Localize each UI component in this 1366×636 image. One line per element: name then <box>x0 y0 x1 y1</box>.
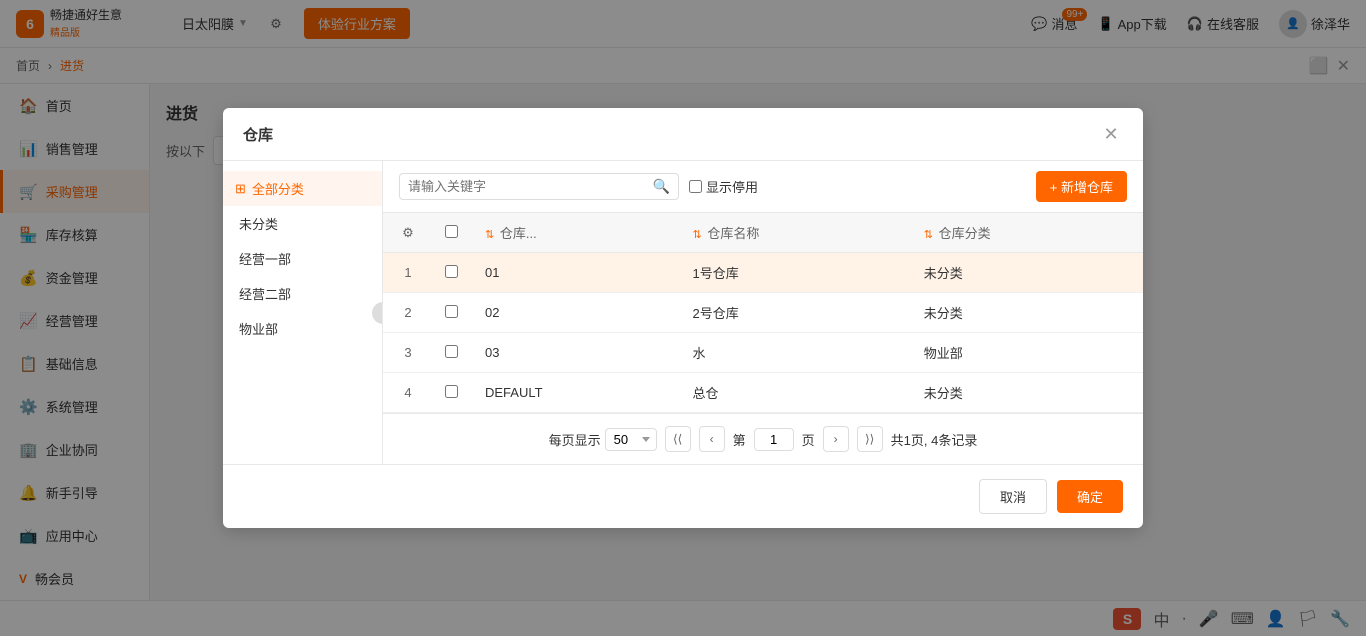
col-code-header[interactable]: ⇅ 仓库... <box>473 213 681 253</box>
col-checkbox-header <box>433 213 473 253</box>
table-row[interactable]: 1 01 1号仓库 未分类 <box>383 253 1143 293</box>
show-disabled-checkbox[interactable] <box>689 180 702 193</box>
row-checkbox-3[interactable] <box>433 333 473 373</box>
confirm-button[interactable]: 确定 <box>1057 480 1123 513</box>
col-name-header[interactable]: ⇅ 仓库名称 <box>681 213 912 253</box>
page-size-select[interactable]: 50 100 200 <box>605 428 657 451</box>
page-size-wrap: 每页显示 50 100 200 <box>549 428 657 451</box>
row-code-1: 01 <box>473 253 681 293</box>
row-num-2: 2 <box>383 293 433 333</box>
search-box: 🔍 <box>399 173 679 200</box>
category-all-button[interactable]: ⊞ 全部分类 <box>223 171 382 206</box>
warehouse-modal: 仓库 ✕ ⊞ 全部分类 未分类 经营一部 经营二部 物业部 《 <box>223 108 1143 528</box>
row-category-1: 未分类 <box>912 253 1143 293</box>
table-header-row: ⚙ ⇅ 仓库... ⇅ <box>383 213 1143 253</box>
modal-footer: 取消 确定 <box>223 464 1143 528</box>
grid-icon: ⊞ <box>235 181 246 197</box>
row-category-3: 物业部 <box>912 333 1143 373</box>
page-first-button[interactable]: ⟨⟨ <box>665 426 691 452</box>
row-num-4: 4 <box>383 373 433 413</box>
select-all-checkbox[interactable] <box>445 225 458 238</box>
table-row[interactable]: 4 DEFAULT 总仓 未分类 <box>383 373 1143 413</box>
warehouse-table: ⚙ ⇅ 仓库... ⇅ <box>383 213 1143 413</box>
settings-col-icon[interactable]: ⚙ <box>402 225 414 240</box>
col-settings-header: ⚙ <box>383 213 433 253</box>
total-info: 共1页, 4条记录 <box>891 430 978 449</box>
search-input[interactable] <box>408 179 653 194</box>
page-last-button[interactable]: ⟩⟩ <box>857 426 883 452</box>
category-item-dept2[interactable]: 经营二部 <box>223 276 382 311</box>
row-code-3: 03 <box>473 333 681 373</box>
modal-close-button[interactable]: ✕ <box>1099 122 1123 146</box>
category-panel: ⊞ 全部分类 未分类 经营一部 经营二部 物业部 《 <box>223 161 383 464</box>
row-checkbox-1[interactable] <box>433 253 473 293</box>
row-code-2: 02 <box>473 293 681 333</box>
page-next-button[interactable]: › <box>823 426 849 452</box>
page-number-input[interactable] <box>754 428 794 451</box>
warehouse-table-wrap: ⚙ ⇅ 仓库... ⇅ <box>383 213 1143 413</box>
modal-overlay: 仓库 ✕ ⊞ 全部分类 未分类 经营一部 经营二部 物业部 《 <box>0 0 1366 636</box>
page-prev-button[interactable]: ‹ <box>699 426 725 452</box>
table-row[interactable]: 3 03 水 物业部 <box>383 333 1143 373</box>
row-category-2: 未分类 <box>912 293 1143 333</box>
category-item-dept1[interactable]: 经营一部 <box>223 241 382 276</box>
row-name-2: 2号仓库 <box>681 293 912 333</box>
cancel-button[interactable]: 取消 <box>979 479 1047 514</box>
sort-icon-category: ⇅ <box>924 229 933 241</box>
category-item-uncategorized[interactable]: 未分类 <box>223 206 382 241</box>
table-row[interactable]: 2 02 2号仓库 未分类 <box>383 293 1143 333</box>
row-name-3: 水 <box>681 333 912 373</box>
table-panel: 🔍 显示停用 + 新增仓库 ⚙ <box>383 161 1143 464</box>
col-category-header[interactable]: ⇅ 仓库分类 <box>912 213 1143 253</box>
category-item-property[interactable]: 物业部 <box>223 311 382 346</box>
show-disabled-checkbox-label[interactable]: 显示停用 <box>689 177 758 196</box>
table-toolbar: 🔍 显示停用 + 新增仓库 <box>383 161 1143 213</box>
modal-header: 仓库 ✕ <box>223 108 1143 161</box>
row-name-4: 总仓 <box>681 373 912 413</box>
pagination: 每页显示 50 100 200 ⟨⟨ ‹ 第 页 › ⟩⟩ 共1页, 4条记录 <box>383 413 1143 464</box>
sort-icon-name: ⇅ <box>693 229 702 241</box>
row-checkbox-2[interactable] <box>433 293 473 333</box>
modal-body: ⊞ 全部分类 未分类 经营一部 经营二部 物业部 《 🔍 <box>223 161 1143 464</box>
row-checkbox-4[interactable] <box>433 373 473 413</box>
row-name-1: 1号仓库 <box>681 253 912 293</box>
add-warehouse-button[interactable]: + 新增仓库 <box>1036 171 1127 202</box>
row-num-1: 1 <box>383 253 433 293</box>
search-icon[interactable]: 🔍 <box>653 178 670 195</box>
modal-title: 仓库 <box>243 124 273 145</box>
row-code-4: DEFAULT <box>473 373 681 413</box>
sort-icon-code: ⇅ <box>485 229 494 241</box>
row-category-4: 未分类 <box>912 373 1143 413</box>
row-num-3: 3 <box>383 333 433 373</box>
